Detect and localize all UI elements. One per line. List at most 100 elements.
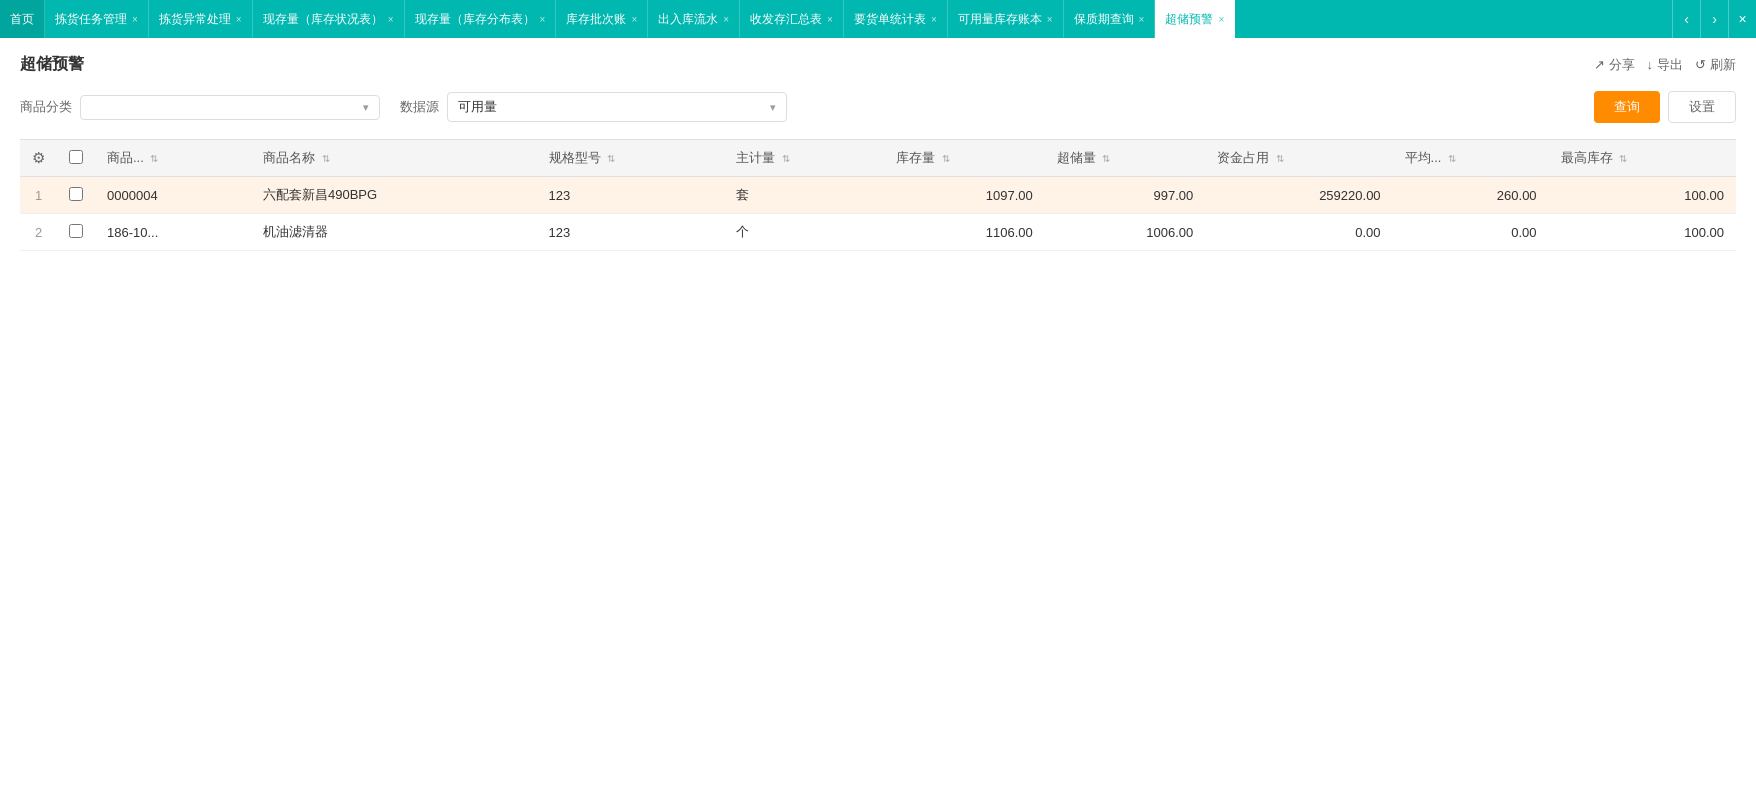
- category-filter: 商品分类 ▾: [20, 95, 380, 120]
- col-max-stock-label: 最高库存: [1561, 150, 1613, 165]
- row-product-code: 0000004: [95, 177, 251, 214]
- table-header-avg[interactable]: 平均... ⇅: [1393, 140, 1549, 177]
- row-capital: 259220.00: [1205, 177, 1392, 214]
- sort-icon: ⇅: [1276, 153, 1284, 164]
- table-header-spec[interactable]: 规格型号 ⇅: [537, 140, 724, 177]
- tab-order-stats[interactable]: 要货单统计表 ×: [844, 0, 948, 38]
- row-spec: 123: [537, 177, 724, 214]
- tab-collect-summary-label: 收发存汇总表: [750, 11, 822, 28]
- nav-arrow-left[interactable]: ‹: [1672, 0, 1700, 38]
- sort-icon: ⇅: [782, 153, 790, 164]
- nav-arrow-right[interactable]: ›: [1700, 0, 1728, 38]
- sort-icon: ⇅: [150, 153, 158, 164]
- tab-pick-task[interactable]: 拣货任务管理 ×: [45, 0, 149, 38]
- table-header-overstock[interactable]: 超储量 ⇅: [1045, 140, 1205, 177]
- category-select[interactable]: ▾: [80, 95, 380, 120]
- tab-home-label: 首页: [10, 11, 34, 28]
- row-max-stock: 100.00: [1549, 177, 1736, 214]
- tab-available-account[interactable]: 可用量库存账本 ×: [948, 0, 1064, 38]
- page-title: 超储预警: [20, 54, 84, 75]
- tab-stock-dist[interactable]: 现存量（库存分布表） ×: [405, 0, 557, 38]
- row-product-code: 186-10...: [95, 214, 251, 251]
- tab-inout-flow[interactable]: 出入库流水 ×: [648, 0, 740, 38]
- chevron-down-icon: ▾: [363, 101, 369, 114]
- sort-icon: ⇅: [942, 153, 950, 164]
- table-body: 1 0000004 六配套新昌490BPG 123 套 1097.00 997.…: [20, 177, 1736, 251]
- table-header-max-stock[interactable]: 最高库存 ⇅: [1549, 140, 1736, 177]
- tab-order-stats-close[interactable]: ×: [931, 14, 937, 25]
- tab-batch-account[interactable]: 库存批次账 ×: [556, 0, 648, 38]
- table-header-product-name[interactable]: 商品名称 ⇅: [251, 140, 537, 177]
- tab-quality-query[interactable]: 保质期查询 ×: [1064, 0, 1156, 38]
- table-header-unit[interactable]: 主计量 ⇅: [724, 140, 884, 177]
- page-content: 超储预警 ↗ 分享 ↓ 导出 ↺ 刷新 商品分类 ▾ 数据源: [0, 38, 1756, 800]
- query-button[interactable]: 查询: [1594, 91, 1660, 123]
- tab-inout-flow-close[interactable]: ×: [723, 14, 729, 25]
- col-product-name-label: 商品名称: [263, 150, 315, 165]
- tab-pick-task-close[interactable]: ×: [132, 14, 138, 25]
- tab-collect-summary[interactable]: 收发存汇总表 ×: [740, 0, 844, 38]
- tab-home[interactable]: 首页: [0, 0, 45, 38]
- table-header-stock[interactable]: 库存量 ⇅: [884, 140, 1044, 177]
- row-index-cell: 1: [20, 177, 57, 214]
- tab-available-account-label: 可用量库存账本: [958, 11, 1042, 28]
- tab-pick-exception-close[interactable]: ×: [236, 14, 242, 25]
- row-product-name: 六配套新昌490BPG: [251, 177, 537, 214]
- filter-bar: 商品分类 ▾ 数据源 可用量 ▾ 查询 设置: [20, 91, 1736, 123]
- export-button[interactable]: ↓ 导出: [1647, 56, 1684, 74]
- row-checkbox[interactable]: [69, 187, 83, 201]
- table-row: 2 186-10... 机油滤清器 123 个 1106.00 1006.00 …: [20, 214, 1736, 251]
- sort-icon: ⇅: [1448, 153, 1456, 164]
- select-all-checkbox[interactable]: [69, 150, 83, 164]
- tab-batch-account-close[interactable]: ×: [631, 14, 637, 25]
- col-stock-label: 库存量: [896, 150, 935, 165]
- table-header-capital[interactable]: 资金占用 ⇅: [1205, 140, 1392, 177]
- datasource-select-value: 可用量: [458, 98, 497, 116]
- row-overstock: 1006.00: [1045, 214, 1205, 251]
- datasource-chevron-icon: ▾: [770, 101, 776, 114]
- tab-collect-summary-close[interactable]: ×: [827, 14, 833, 25]
- tab-pick-exception[interactable]: 拣货异常处理 ×: [149, 0, 253, 38]
- refresh-button[interactable]: ↺ 刷新: [1695, 56, 1736, 74]
- share-button[interactable]: ↗ 分享: [1594, 56, 1635, 74]
- col-product-code-label: 商品...: [107, 150, 144, 165]
- tab-stock-status[interactable]: 现存量（库存状况表） ×: [253, 0, 405, 38]
- tab-overstock-warning-label: 超储预警: [1165, 11, 1213, 28]
- share-label: 分享: [1609, 56, 1635, 74]
- row-checkbox[interactable]: [69, 224, 83, 238]
- row-spec: 123: [537, 214, 724, 251]
- data-table: ⚙ 商品... ⇅ 商品名称 ⇅ 规格型号 ⇅ 主计量: [20, 139, 1736, 251]
- col-overstock-label: 超储量: [1057, 150, 1096, 165]
- tab-quality-query-close[interactable]: ×: [1139, 14, 1145, 25]
- tab-overstock-warning[interactable]: 超储预警 ×: [1155, 0, 1235, 38]
- row-avg: 260.00: [1393, 177, 1549, 214]
- table-header-product-code[interactable]: 商品... ⇅: [95, 140, 251, 177]
- row-checkbox-cell[interactable]: [57, 214, 95, 251]
- nav-arrow-close[interactable]: ×: [1728, 0, 1756, 38]
- table-header-row: ⚙ 商品... ⇅ 商品名称 ⇅ 规格型号 ⇅ 主计量: [20, 140, 1736, 177]
- row-unit: 个: [724, 214, 884, 251]
- sort-icon: ⇅: [1102, 153, 1110, 164]
- nav-arrows: ‹ › ×: [1672, 0, 1756, 38]
- table-row: 1 0000004 六配套新昌490BPG 123 套 1097.00 997.…: [20, 177, 1736, 214]
- table-header-gear[interactable]: ⚙: [20, 140, 57, 177]
- datasource-filter: 数据源 可用量 ▾: [400, 92, 787, 122]
- row-overstock: 997.00: [1045, 177, 1205, 214]
- tab-available-account-close[interactable]: ×: [1047, 14, 1053, 25]
- tab-quality-query-label: 保质期查询: [1074, 11, 1134, 28]
- table-header-checkbox[interactable]: [57, 140, 95, 177]
- tab-stock-status-label: 现存量（库存状况表）: [263, 11, 383, 28]
- tab-stock-status-close[interactable]: ×: [388, 14, 394, 25]
- category-filter-label: 商品分类: [20, 98, 72, 116]
- row-stock: 1097.00: [884, 177, 1044, 214]
- tab-stock-dist-close[interactable]: ×: [540, 14, 546, 25]
- settings-button[interactable]: 设置: [1668, 91, 1736, 123]
- tab-overstock-warning-close[interactable]: ×: [1218, 14, 1224, 25]
- export-icon: ↓: [1647, 57, 1654, 72]
- gear-icon[interactable]: ⚙: [32, 149, 45, 166]
- datasource-select[interactable]: 可用量 ▾: [447, 92, 787, 122]
- row-index-cell: 2: [20, 214, 57, 251]
- tab-batch-account-label: 库存批次账: [566, 11, 626, 28]
- row-checkbox-cell[interactable]: [57, 177, 95, 214]
- row-max-stock: 100.00: [1549, 214, 1736, 251]
